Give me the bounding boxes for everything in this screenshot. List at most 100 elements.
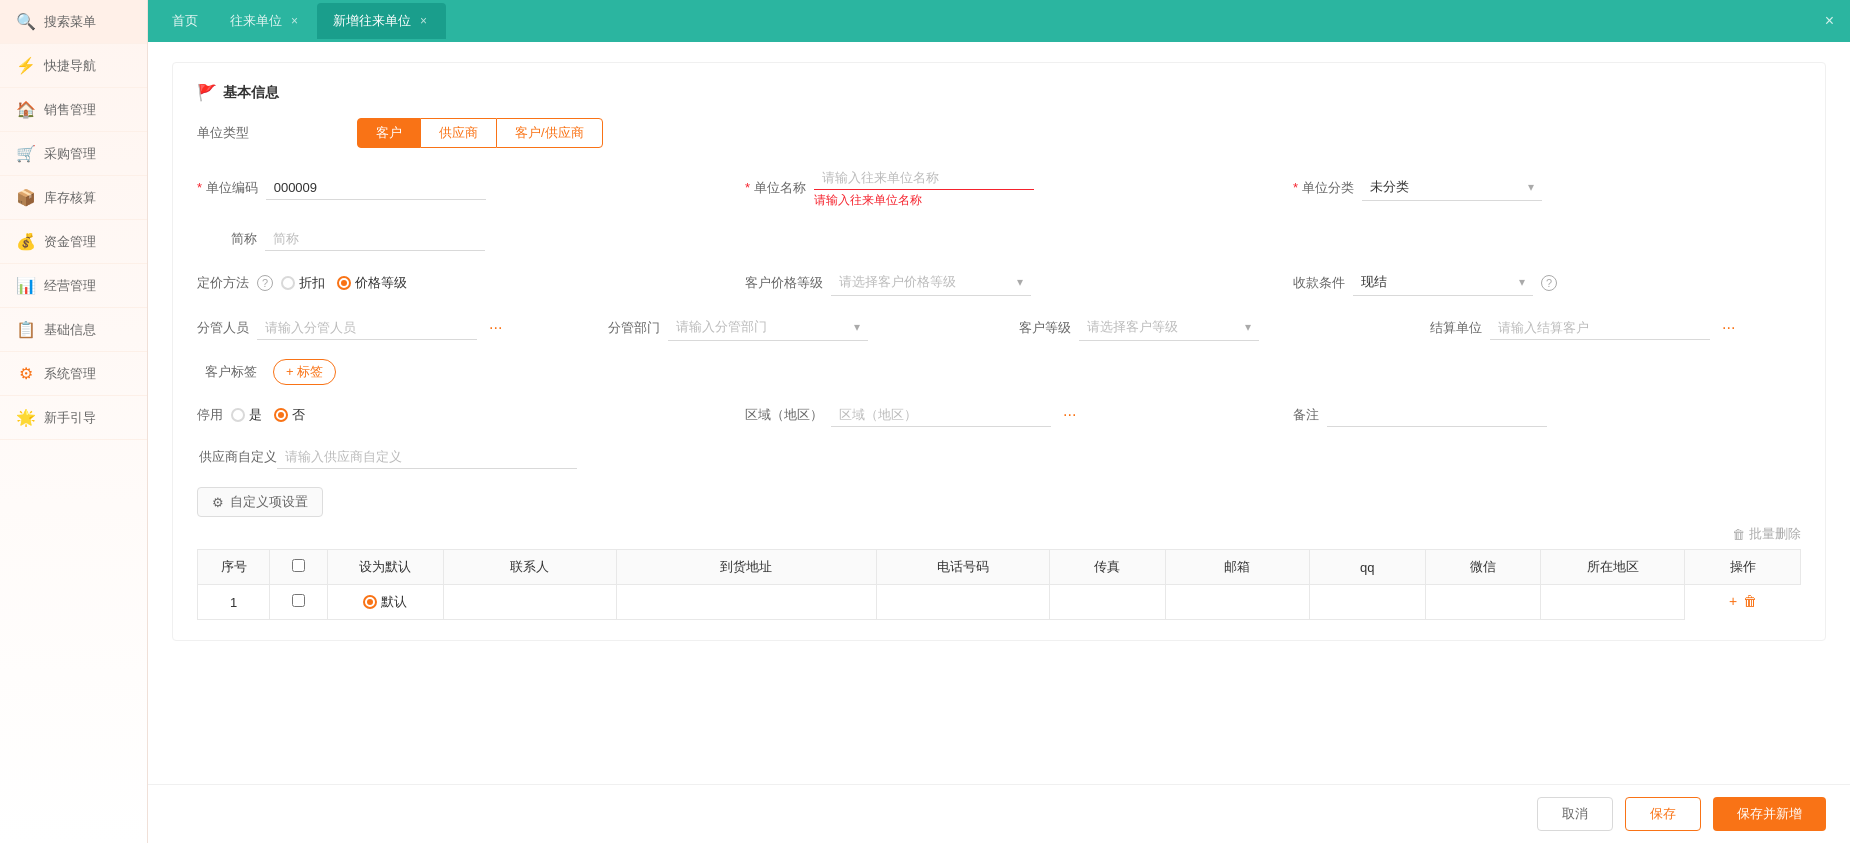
unit-code-input[interactable] [266, 176, 486, 200]
row-add-btn[interactable]: + [1729, 593, 1737, 609]
tab-partners-close[interactable]: × [288, 13, 301, 29]
inventory-icon: 📦 [16, 188, 36, 207]
sidebar-item-inventory[interactable]: 📦 库存核算 [0, 176, 147, 220]
settlement-unit-label: 结算单位 [1430, 319, 1482, 337]
col-email: 邮箱 [1165, 550, 1309, 585]
tab-partners[interactable]: 往来单位 × [214, 3, 317, 39]
pricing-method-label: 定价方法 [197, 274, 249, 292]
radio-disabled-no[interactable]: 否 [274, 406, 305, 424]
sidebar-item-quick-nav[interactable]: ⚡ 快捷导航 [0, 44, 147, 88]
default-radio-circle [363, 595, 377, 609]
cell-default: 默认 [327, 585, 443, 620]
add-tag-btn[interactable]: + 标签 [273, 359, 336, 385]
pricing-method-field: 定价方法 ? 折扣 价格等级 [197, 274, 705, 292]
payment-condition-select[interactable]: 现结 ▾ [1353, 269, 1533, 296]
tab-home[interactable]: 首页 [156, 3, 214, 39]
radio-no-circle [274, 408, 288, 422]
select-all-checkbox[interactable] [292, 559, 305, 572]
short-name-input[interactable] [265, 227, 485, 251]
region-table-input[interactable] [1553, 595, 1672, 610]
manager-input[interactable] [257, 316, 477, 340]
col-fax: 传真 [1050, 550, 1166, 585]
settlement-unit-input[interactable] [1490, 316, 1710, 340]
tab-new-partner[interactable]: 新增往来单位 × [317, 3, 446, 39]
unit-name-input[interactable] [814, 166, 1034, 190]
col-action: 操作 [1685, 550, 1801, 585]
phone-input[interactable] [889, 595, 1037, 610]
chevron-down-icon: ▾ [1245, 320, 1251, 334]
pricing-row: 定价方法 ? 折扣 价格等级 客户价格等级 [197, 269, 1801, 296]
address-input[interactable] [629, 595, 864, 610]
radio-default[interactable]: 默认 [340, 593, 431, 611]
cell-email [1165, 585, 1309, 620]
disabled-radio-group: 是 否 [231, 406, 305, 424]
email-input[interactable] [1178, 595, 1297, 610]
region-input[interactable] [831, 403, 1051, 427]
unit-name-input-group: 请输入往来单位名称 [814, 166, 1034, 209]
customer-price-select[interactable]: 请选择客户价格等级 ▾ [831, 269, 1031, 296]
sidebar-item-basic-info[interactable]: 📋 基础信息 [0, 308, 147, 352]
qq-input[interactable] [1322, 595, 1413, 610]
customer-level-select[interactable]: 请选择客户等级 ▾ [1079, 314, 1259, 341]
footer: 取消 保存 保存并新增 [148, 784, 1850, 843]
sidebar-item-operations[interactable]: 📊 经营管理 [0, 264, 147, 308]
unit-category-select[interactable]: 未分类 ▾ [1362, 174, 1542, 201]
table-row: 1 默认 [198, 585, 1801, 620]
radio-disabled-yes[interactable]: 是 [231, 406, 262, 424]
sidebar-item-label: 搜索菜单 [44, 13, 96, 31]
unit-name-error: 请输入往来单位名称 [814, 192, 1034, 209]
search-menu-icon: 🔍 [16, 12, 36, 31]
tab-bar-close-all[interactable]: × [1817, 8, 1842, 34]
section-title-icon-flag: 🚩 [197, 83, 217, 102]
payment-condition-label: 收款条件 [1293, 274, 1345, 292]
region-label: 区域（地区） [745, 406, 823, 424]
sidebar-item-purchase[interactable]: 🛒 采购管理 [0, 132, 147, 176]
chevron-down-icon: ▾ [1519, 275, 1525, 289]
tab-new-partner-close[interactable]: × [417, 13, 430, 29]
custom-setting-btn[interactable]: ⚙ 自定义项设置 [197, 487, 323, 517]
radio-discount[interactable]: 折扣 [281, 274, 325, 292]
col-seq: 序号 [198, 550, 270, 585]
customer-price-label: 客户价格等级 [745, 274, 823, 292]
type-btn-customer[interactable]: 客户 [357, 118, 421, 148]
sidebar-item-finance[interactable]: 💰 资金管理 [0, 220, 147, 264]
operations-icon: 📊 [16, 276, 36, 295]
sidebar-item-system[interactable]: ⚙ 系统管理 [0, 352, 147, 396]
department-select[interactable]: 请输入分管部门 ▾ [668, 314, 868, 341]
row-del-btn[interactable]: 🗑 [1743, 593, 1757, 609]
payment-condition-field: 收款条件 现结 ▾ ? [1293, 269, 1801, 296]
cell-phone [876, 585, 1049, 620]
cell-action: + 🗑 [1685, 585, 1800, 617]
sidebar-item-sales[interactable]: 🏠 销售管理 [0, 88, 147, 132]
save-button[interactable]: 保存 [1625, 797, 1701, 831]
batch-delete-btn[interactable]: 🗑 批量删除 [1732, 525, 1801, 543]
sidebar-item-label: 基础信息 [44, 321, 96, 339]
radio-price-level[interactable]: 价格等级 [337, 274, 407, 292]
sidebar-item-new-guide[interactable]: 🌟 新手引导 [0, 396, 147, 440]
trash-icon: 🗑 [1732, 527, 1745, 542]
type-btn-both[interactable]: 客户/供应商 [496, 118, 603, 148]
settlement-more-btn[interactable]: ··· [1718, 319, 1739, 337]
disabled-field: 停用 是 否 [197, 406, 705, 424]
supplier-custom-input[interactable] [277, 445, 577, 469]
cancel-button[interactable]: 取消 [1537, 797, 1613, 831]
save-new-button[interactable]: 保存并新增 [1713, 797, 1826, 831]
wechat-input[interactable] [1438, 595, 1529, 610]
tab-bar: 首页 往来单位 × 新增往来单位 × × [148, 0, 1850, 42]
department-field: 分管部门 请输入分管部门 ▾ [608, 314, 979, 341]
remark-field: 备注 [1293, 403, 1801, 427]
purchase-icon: 🛒 [16, 144, 36, 163]
region-more-btn[interactable]: ··· [1059, 406, 1080, 424]
cell-address [616, 585, 876, 620]
pricing-help-icon[interactable]: ? [257, 275, 273, 291]
sidebar-item-search[interactable]: 🔍 搜索菜单 [0, 0, 147, 44]
payment-help-icon[interactable]: ? [1541, 275, 1557, 291]
fax-input[interactable] [1062, 595, 1153, 610]
customer-level-field: 客户等级 请选择客户等级 ▾ [1019, 314, 1390, 341]
manager-more-btn[interactable]: ··· [485, 319, 506, 337]
type-btn-supplier[interactable]: 供应商 [421, 118, 496, 148]
row-checkbox[interactable] [292, 594, 305, 607]
unit-type-row: 单位类型 客户 供应商 客户/供应商 [197, 118, 1801, 148]
remark-input[interactable] [1327, 403, 1547, 427]
contact-input[interactable] [456, 595, 604, 610]
